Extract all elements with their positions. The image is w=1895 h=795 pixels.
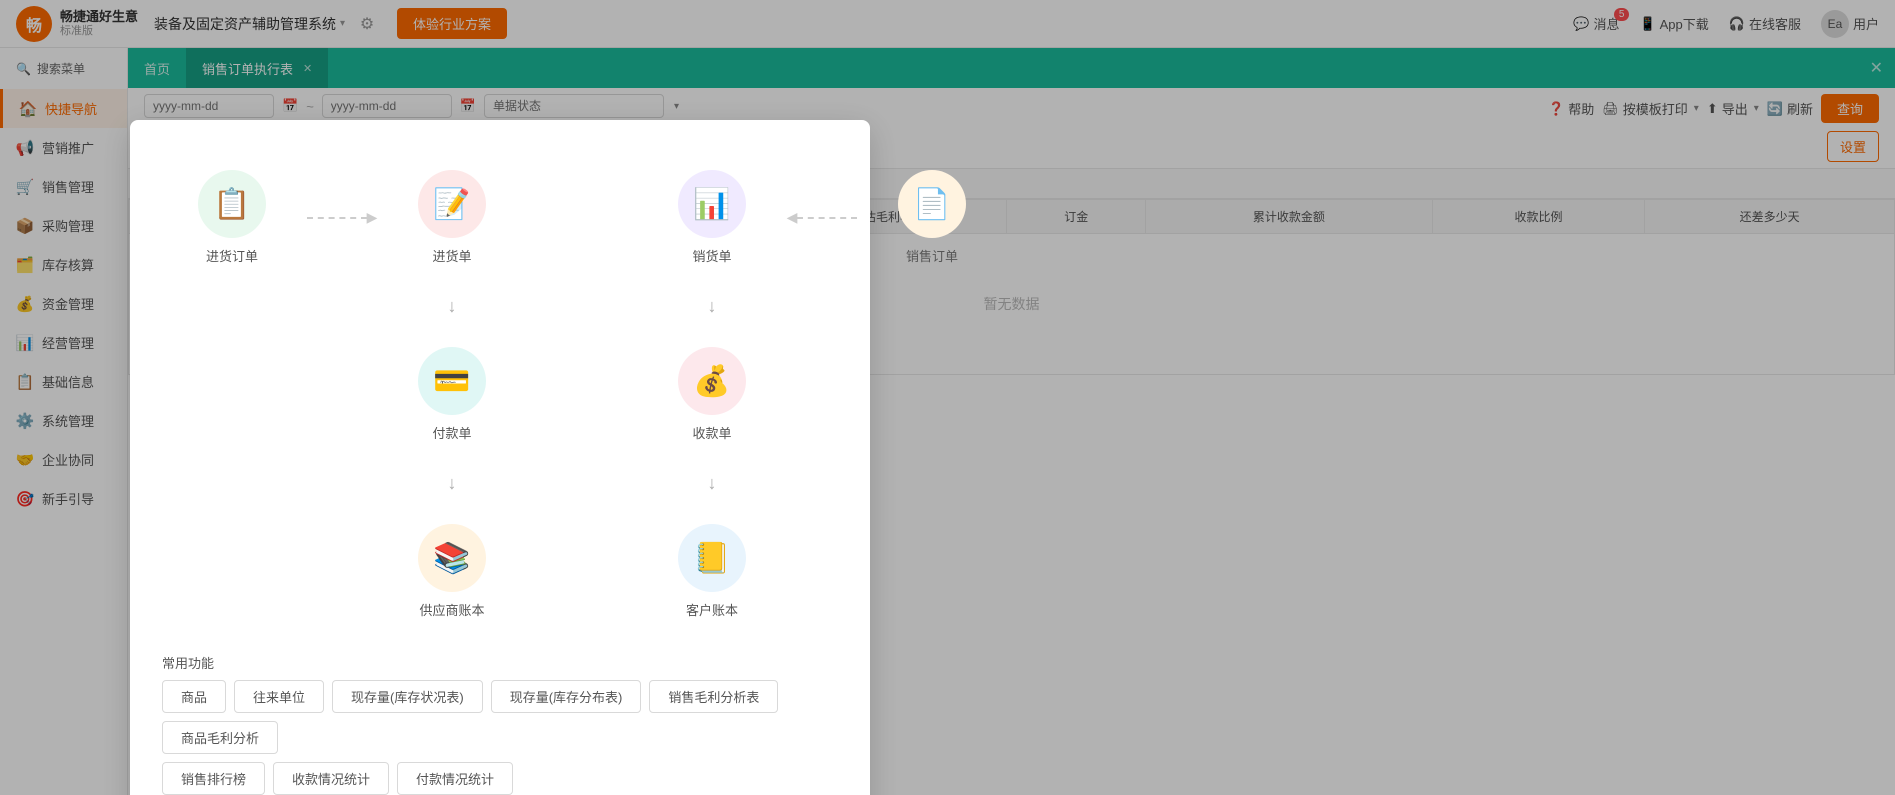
func-buttons-row2: 销售排行榜 收款情况统计 付款情况统计 (162, 762, 838, 795)
payment-icon: 💳 (418, 347, 486, 415)
flow-node-purchase-slip[interactable]: 📝 进货单 (418, 154, 486, 281)
customer-ledger-icon: 📒 (678, 524, 746, 592)
flow-node-payment[interactable]: 💳 付款单 (418, 331, 486, 458)
quick-nav-modal: 📋 进货订单 ▶ 📝 进货单 📊 销货单 ◀ (130, 120, 870, 795)
func-btn-goods[interactable]: 商品 (162, 680, 226, 713)
sales-slip-icon: 📊 (678, 170, 746, 238)
arrow-down-sales: ↓ (708, 281, 717, 331)
arrow-down-receipt: ↓ (708, 458, 717, 508)
modal-overlay[interactable]: 📋 进货订单 ▶ 📝 进货单 📊 销货单 ◀ (0, 0, 1895, 795)
sales-order-label: 销售订单 (906, 246, 958, 265)
func-btn-sales-profit[interactable]: 销售毛利分析表 (649, 680, 778, 713)
flow-node-receipt[interactable]: 💰 收款单 (678, 331, 746, 458)
flow-node-sales-slip[interactable]: 📊 销货单 (678, 154, 746, 281)
purchase-order-label: 进货订单 (206, 246, 258, 265)
receipt-label: 收款单 (692, 423, 731, 442)
arrow-h-2: ◀ (787, 209, 858, 226)
flow-diagram: 📋 进货订单 ▶ 📝 进货单 📊 销货单 ◀ (162, 144, 838, 645)
customer-ledger-label: 客户账本 (686, 600, 738, 619)
modal-body: 📋 进货订单 ▶ 📝 进货单 📊 销货单 ◀ (130, 120, 870, 795)
sales-order-icon: 📄 (898, 170, 966, 238)
func-btn-partner[interactable]: 往来单位 (234, 680, 324, 713)
func-btn-sales-rank[interactable]: 销售排行榜 (162, 762, 265, 795)
flow-node-supplier-ledger[interactable]: 📚 供应商账本 (418, 508, 486, 635)
func-btn-stock-dist[interactable]: 现存量(库存分布表) (491, 680, 642, 713)
func-buttons-row1: 商品 往来单位 现存量(库存状况表) 现存量(库存分布表) 销售毛利分析表 商品… (162, 680, 838, 754)
receipt-icon: 💰 (678, 347, 746, 415)
purchase-order-icon: 📋 (198, 170, 266, 238)
common-func-title: 常用功能 (162, 653, 838, 672)
common-functions-section: 常用功能 商品 往来单位 现存量(库存状况表) 现存量(库存分布表) 销售毛利分… (162, 653, 838, 795)
purchase-slip-icon: 📝 (418, 170, 486, 238)
sales-slip-label: 销货单 (692, 246, 731, 265)
flow-node-purchase-order[interactable]: 📋 进货订单 (198, 154, 266, 281)
func-btn-payment-stats[interactable]: 付款情况统计 (397, 762, 513, 795)
func-btn-receipt-stats[interactable]: 收款情况统计 (273, 762, 389, 795)
flow-node-customer-ledger[interactable]: 📒 客户账本 (678, 508, 746, 635)
func-btn-goods-profit[interactable]: 商品毛利分析 (162, 721, 278, 754)
arrow-down-payment: ↓ (448, 458, 457, 508)
func-btn-stock-status[interactable]: 现存量(库存状况表) (332, 680, 483, 713)
supplier-ledger-label: 供应商账本 (419, 600, 484, 619)
payment-label: 付款单 (432, 423, 471, 442)
arrow-down-purchase: ↓ (448, 281, 457, 331)
purchase-slip-label: 进货单 (432, 246, 471, 265)
supplier-ledger-icon: 📚 (418, 524, 486, 592)
flow-node-sales-order[interactable]: 📄 销售订单 (898, 154, 966, 281)
arrow-h-1: ▶ (307, 209, 378, 226)
